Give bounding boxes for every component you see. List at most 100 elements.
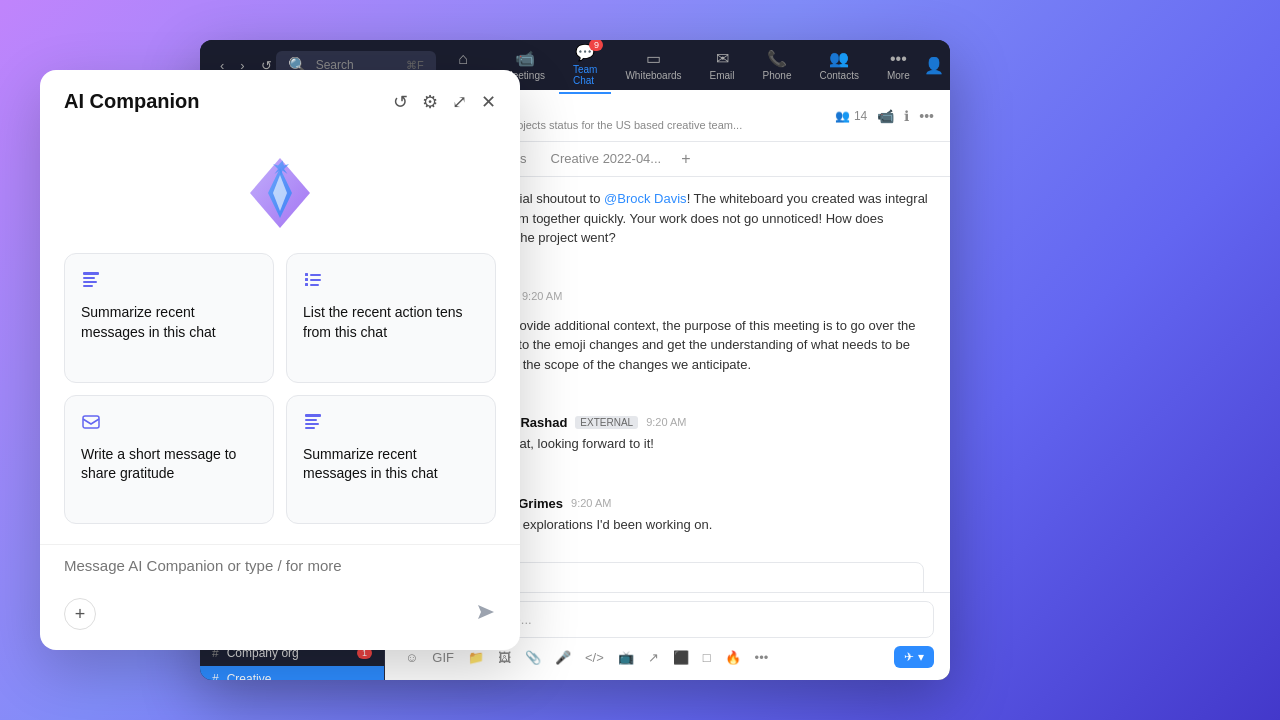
send-icon: ✈ <box>904 650 914 664</box>
svg-rect-8 <box>305 273 308 276</box>
tab-phone-label: Phone <box>763 70 792 81</box>
msg-audio-icon[interactable]: 🎤 <box>551 648 575 667</box>
suggestion-card-summarize-1[interactable]: Summarize recent messages in this chat <box>64 253 274 383</box>
msg-jada-header: JG Jada Grimes 9:20 AM <box>453 491 924 515</box>
more-icon: ••• <box>890 50 907 68</box>
meetings-icon: 📹 <box>515 49 535 68</box>
add-tab-icon[interactable]: + <box>673 142 698 176</box>
msg-whiteboard-icon[interactable]: □ <box>699 648 715 667</box>
ai-input-area[interactable] <box>40 544 520 586</box>
nav-right-icons: 👤 🔔 ⊞ ML <box>924 51 950 79</box>
msg-screen-icon[interactable]: 📺 <box>614 648 638 667</box>
suggestion-text-4: Summarize recent messages in this chat <box>303 445 479 484</box>
msg-jada-content: I'll bring the explorations I'd been wor… <box>453 517 924 532</box>
suggestion-card-summarize-2[interactable]: Summarize recent messages in this chat <box>286 395 496 525</box>
ai-footer: + <box>40 586 520 650</box>
video-call-icon[interactable]: 📹 <box>877 108 894 124</box>
svg-rect-17 <box>305 423 319 425</box>
ai-settings-icon[interactable]: ⚙ <box>422 91 438 113</box>
msg-emoji-icon[interactable]: ☺ <box>401 648 422 667</box>
tab-whiteboards[interactable]: ▭ Whiteboards <box>611 43 695 87</box>
ai-logo-area <box>40 129 520 253</box>
email-icon: ✉ <box>716 49 729 68</box>
tab-contacts[interactable]: 👥 Contacts <box>805 43 872 87</box>
tab-chat-label: Team Chat <box>573 64 597 86</box>
ai-header-icons: ↺ ⚙ ⤢ ✕ <box>393 91 496 113</box>
tab-phone[interactable]: 📞 Phone <box>749 43 806 87</box>
msg-code-icon[interactable]: </> <box>581 648 608 667</box>
reply-box[interactable]: Reply... ☺ ↩ 📎 🎤 </> 😊 ▼ <box>453 562 924 592</box>
mention-brock: @Brock Davis <box>604 191 687 206</box>
msg-fire-icon[interactable]: 🔥 <box>721 648 745 667</box>
msg-arrow-icon[interactable]: ↗ <box>644 648 663 667</box>
send-icon-svg <box>474 601 496 623</box>
home-icon: ⌂ <box>458 50 468 68</box>
time-nabil: 9:20 AM <box>646 416 686 428</box>
more-options-icon[interactable]: ••• <box>919 108 934 124</box>
tab-contacts-label: Contacts <box>819 70 858 81</box>
info-icon[interactable]: ℹ <box>904 108 909 124</box>
ai-companion-panel: AI Companion ↺ ⚙ ⤢ ✕ <box>40 70 520 650</box>
sidebar-channel-creative: Creative <box>227 672 372 680</box>
tab-team-chat[interactable]: 💬 Team Chat 9 <box>559 40 611 94</box>
plus-icon: + <box>75 604 86 625</box>
suggestion-icon-4 <box>303 412 479 437</box>
tab-email[interactable]: ✉ Email <box>696 43 749 87</box>
member-count: 👥 14 <box>835 109 867 123</box>
svg-rect-6 <box>83 281 97 283</box>
tab-more[interactable]: ••• More <box>873 44 924 87</box>
msg-nabil-content: Sounds great, looking forward to it! <box>453 436 924 451</box>
svg-rect-11 <box>310 279 321 281</box>
tab-creative[interactable]: Creative 2022-04... <box>539 143 674 176</box>
chat-header-actions: 👥 14 📹 ℹ ••• <box>835 108 934 124</box>
msg-gif-icon[interactable]: GIF <box>428 648 458 667</box>
phone-icon: 📞 <box>767 49 787 68</box>
ai-send-button[interactable] <box>474 601 496 628</box>
ai-title: AI Companion <box>64 90 200 113</box>
contacts-icon: 👥 <box>829 49 849 68</box>
profile-icon[interactable]: 👤 <box>924 56 944 75</box>
svg-rect-18 <box>305 427 315 429</box>
svg-rect-7 <box>83 285 93 287</box>
suggestion-icon-2 <box>303 270 479 295</box>
ai-logo <box>240 153 320 233</box>
suggestion-card-write-gratitude[interactable]: Write a short message to share gratitude <box>64 395 274 525</box>
svg-rect-10 <box>305 278 308 281</box>
msg-screenshot-icon[interactable]: ⬛ <box>669 648 693 667</box>
suggestion-grid: Summarize recent messages in this chat L… <box>40 253 520 544</box>
tab-email-label: Email <box>710 70 735 81</box>
chat-badge: 9 <box>589 40 603 51</box>
time-jada: 9:20 AM <box>571 497 611 509</box>
whiteboard-icon: ▭ <box>646 49 661 68</box>
svg-rect-13 <box>310 284 319 286</box>
suggestion-card-list-actions[interactable]: List the recent action tens from this ch… <box>286 253 496 383</box>
send-dropdown-icon[interactable]: ▾ <box>918 650 924 664</box>
ai-message-input[interactable] <box>64 557 496 574</box>
suggestion-text-1: Summarize recent messages in this chat <box>81 303 257 342</box>
suggestion-icon-1 <box>81 270 257 295</box>
member-count-number: 14 <box>854 109 867 123</box>
ai-add-button[interactable]: + <box>64 598 96 630</box>
ai-close-icon[interactable]: ✕ <box>481 91 496 113</box>
msg-nabil-header: NR Nabil Rashad EXTERNAL 9:20 AM <box>453 410 924 434</box>
tab-more-label: More <box>887 70 910 81</box>
msg-more-icon[interactable]: ••• <box>751 648 773 667</box>
sidebar-item-creative[interactable]: # Creative <box>200 666 384 680</box>
msg-file-icon[interactable]: 📁 <box>464 648 488 667</box>
svg-rect-4 <box>83 272 99 275</box>
svg-rect-9 <box>310 274 321 276</box>
time-jamil: 9:20 AM <box>522 290 562 302</box>
msg-send-button[interactable]: ✈ ▾ <box>894 646 934 668</box>
ai-history-icon[interactable]: ↺ <box>393 91 408 113</box>
msg-attach-icon[interactable]: 📎 <box>521 648 545 667</box>
ai-expand-icon[interactable]: ⤢ <box>452 91 467 113</box>
suggestion-text-2: List the recent action tens from this ch… <box>303 303 479 342</box>
svg-rect-15 <box>305 414 321 417</box>
msg-image-icon[interactable]: 🖼 <box>494 648 515 667</box>
svg-rect-14 <box>83 416 99 428</box>
svg-rect-16 <box>305 419 317 421</box>
hash-icon-3: # <box>212 672 219 680</box>
svg-rect-5 <box>83 277 95 279</box>
tab-whiteboards-label: Whiteboards <box>625 70 681 81</box>
reply-input[interactable]: Reply... <box>466 571 911 586</box>
